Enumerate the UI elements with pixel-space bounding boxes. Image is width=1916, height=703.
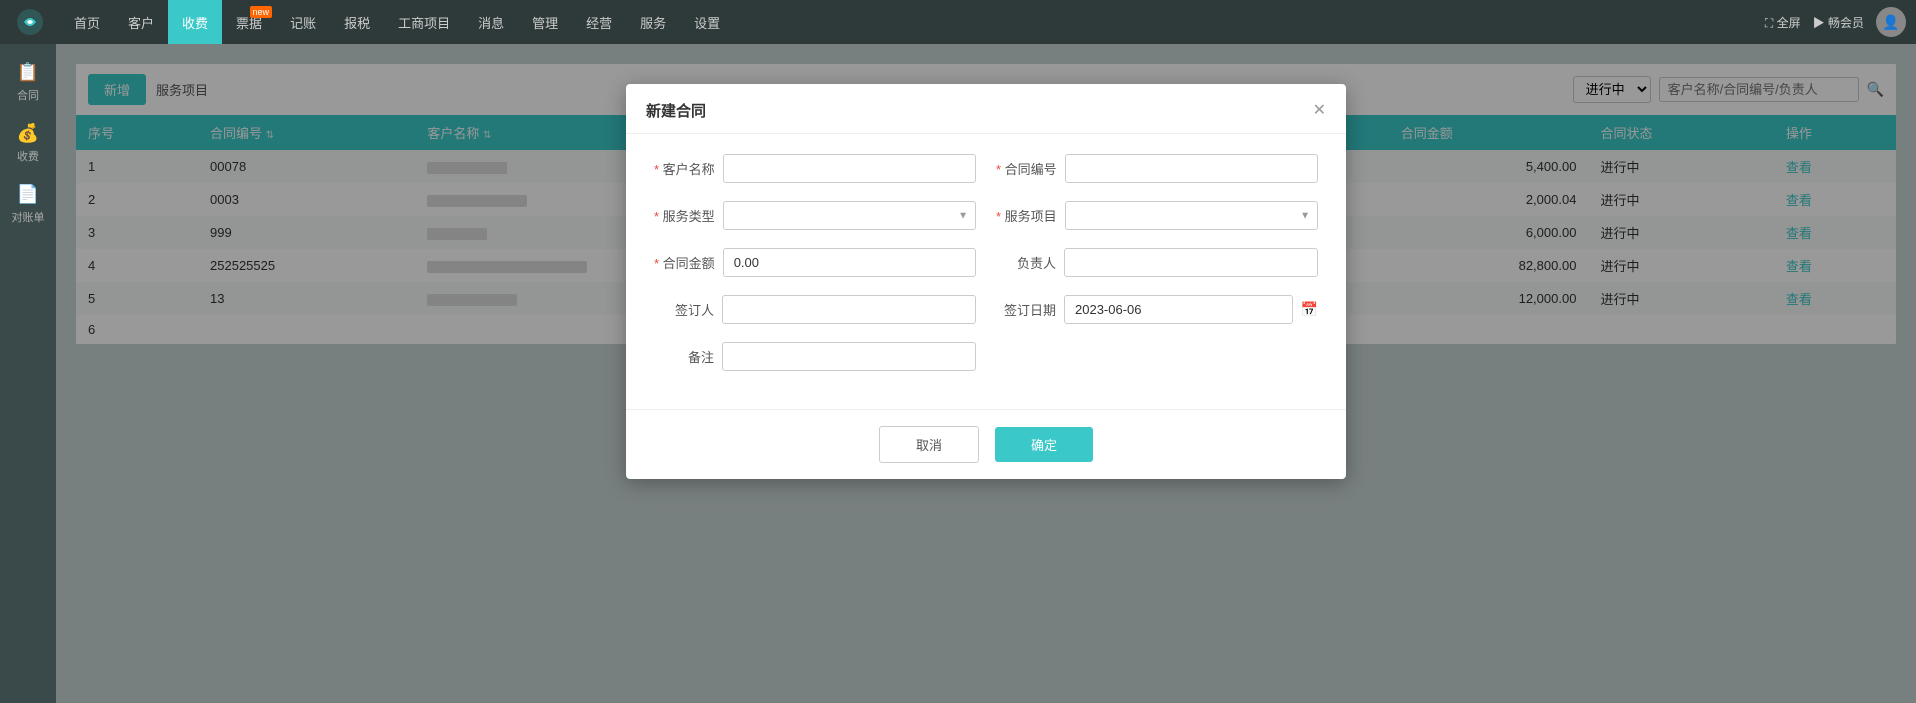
nav-item-service[interactable]: 服务 [626,0,680,44]
calendar-icon[interactable]: 📅 [1301,301,1318,318]
statement-icon: 📄 [17,184,39,205]
nav-item-management[interactable]: 管理 [518,0,572,44]
form-group-amount: 合同金额 [654,248,976,277]
sign-date-label: 签订日期 [996,300,1056,319]
modal-close-button[interactable]: ✕ [1313,103,1326,119]
form-group-service-item: 服务项目 [996,201,1318,230]
note-input[interactable] [722,342,976,371]
amount-label: 合同金额 [654,253,715,272]
form-row-2: 服务类型 服务项目 [654,201,1318,230]
modal: 新建合同 ✕ 客户名称 合同编号 [626,84,1346,479]
form-group-contract-no: 合同编号 [996,154,1318,183]
contract-no-label: 合同编号 [996,159,1057,178]
nav-item-tax[interactable]: 报税 [330,0,384,44]
form-row-5: 备注 [654,342,1318,371]
modal-header: 新建合同 ✕ [626,84,1346,134]
confirm-button[interactable]: 确定 [995,427,1093,462]
nav-item-home[interactable]: 首页 [60,0,114,44]
form-row-4: 签订人 签订日期 📅 [654,295,1318,324]
responsible-input[interactable] [1064,248,1318,277]
top-nav-right: ⛶ 全屏 ▶ 畅会员 👤 [1765,7,1906,37]
modal-body: 客户名称 合同编号 服务类型 [626,134,1346,409]
service-item-select-wrapper [1065,201,1318,230]
service-item-select[interactable] [1065,201,1318,230]
form-group-note: 备注 [654,342,976,371]
amount-input[interactable] [723,248,976,277]
layout: 📋 合同 💰 收费 📄 对账单 新增 服务项目 进行中 已完成 已终止 [0,44,1916,703]
contract-no-input[interactable] [1065,154,1318,183]
customer-input[interactable] [723,154,976,183]
form-row-1: 客户名称 合同编号 [654,154,1318,183]
form-group-responsible: 负责人 [996,248,1318,277]
service-type-select-wrapper [723,201,976,230]
nav-item-invoice[interactable]: 票据 new [222,0,276,44]
signer-label: 签订人 [654,300,714,319]
logo[interactable] [10,0,50,44]
nav-item-customer[interactable]: 客户 [114,0,168,44]
new-badge: new [250,6,273,18]
contract-icon: 📋 [17,62,39,83]
nav-item-bookkeeping[interactable]: 记账 [276,0,330,44]
sign-date-input[interactable] [1064,295,1293,324]
modal-overlay: 新建合同 ✕ 客户名称 合同编号 [56,44,1916,703]
form-group-sign-date: 签订日期 📅 [996,295,1318,324]
nav-item-business[interactable]: 工商项目 [384,0,464,44]
nav-item-operation[interactable]: 经营 [572,0,626,44]
member-btn[interactable]: ▶ 畅会员 [1813,14,1864,31]
service-item-label: 服务项目 [996,206,1057,225]
fee-icon: 💰 [17,123,39,144]
form-group-customer: 客户名称 [654,154,976,183]
nav-item-fee[interactable]: 收费 [168,0,222,44]
fullscreen-btn[interactable]: ⛶ 全屏 [1765,14,1801,31]
modal-footer: 取消 确定 [626,409,1346,479]
modal-title: 新建合同 [646,100,706,121]
nav-item-message[interactable]: 消息 [464,0,518,44]
responsible-label: 负责人 [996,253,1056,272]
signer-input[interactable] [722,295,976,324]
service-type-select[interactable] [723,201,976,230]
nav-item-settings[interactable]: 设置 [680,0,734,44]
sidebar-item-statement[interactable]: 📄 对账单 [0,176,56,233]
note-label: 备注 [654,347,714,366]
top-nav: 首页 客户 收费 票据 new 记账 报税 工商项目 消息 管理 经营 服务 设… [0,0,1916,44]
cancel-button[interactable]: 取消 [879,426,979,463]
form-group-service-type: 服务类型 [654,201,976,230]
sidebar-item-contract[interactable]: 📋 合同 [0,54,56,111]
service-type-label: 服务类型 [654,206,715,225]
sidebar: 📋 合同 💰 收费 📄 对账单 [0,44,56,703]
customer-label: 客户名称 [654,159,715,178]
form-row-3: 合同金额 负责人 [654,248,1318,277]
main-content: 新增 服务项目 进行中 已完成 已终止 🔍 序号 合同编 [56,44,1916,703]
form-group-signer: 签订人 [654,295,976,324]
sidebar-item-fee[interactable]: 💰 收费 [0,115,56,172]
avatar[interactable]: 👤 [1876,7,1906,37]
